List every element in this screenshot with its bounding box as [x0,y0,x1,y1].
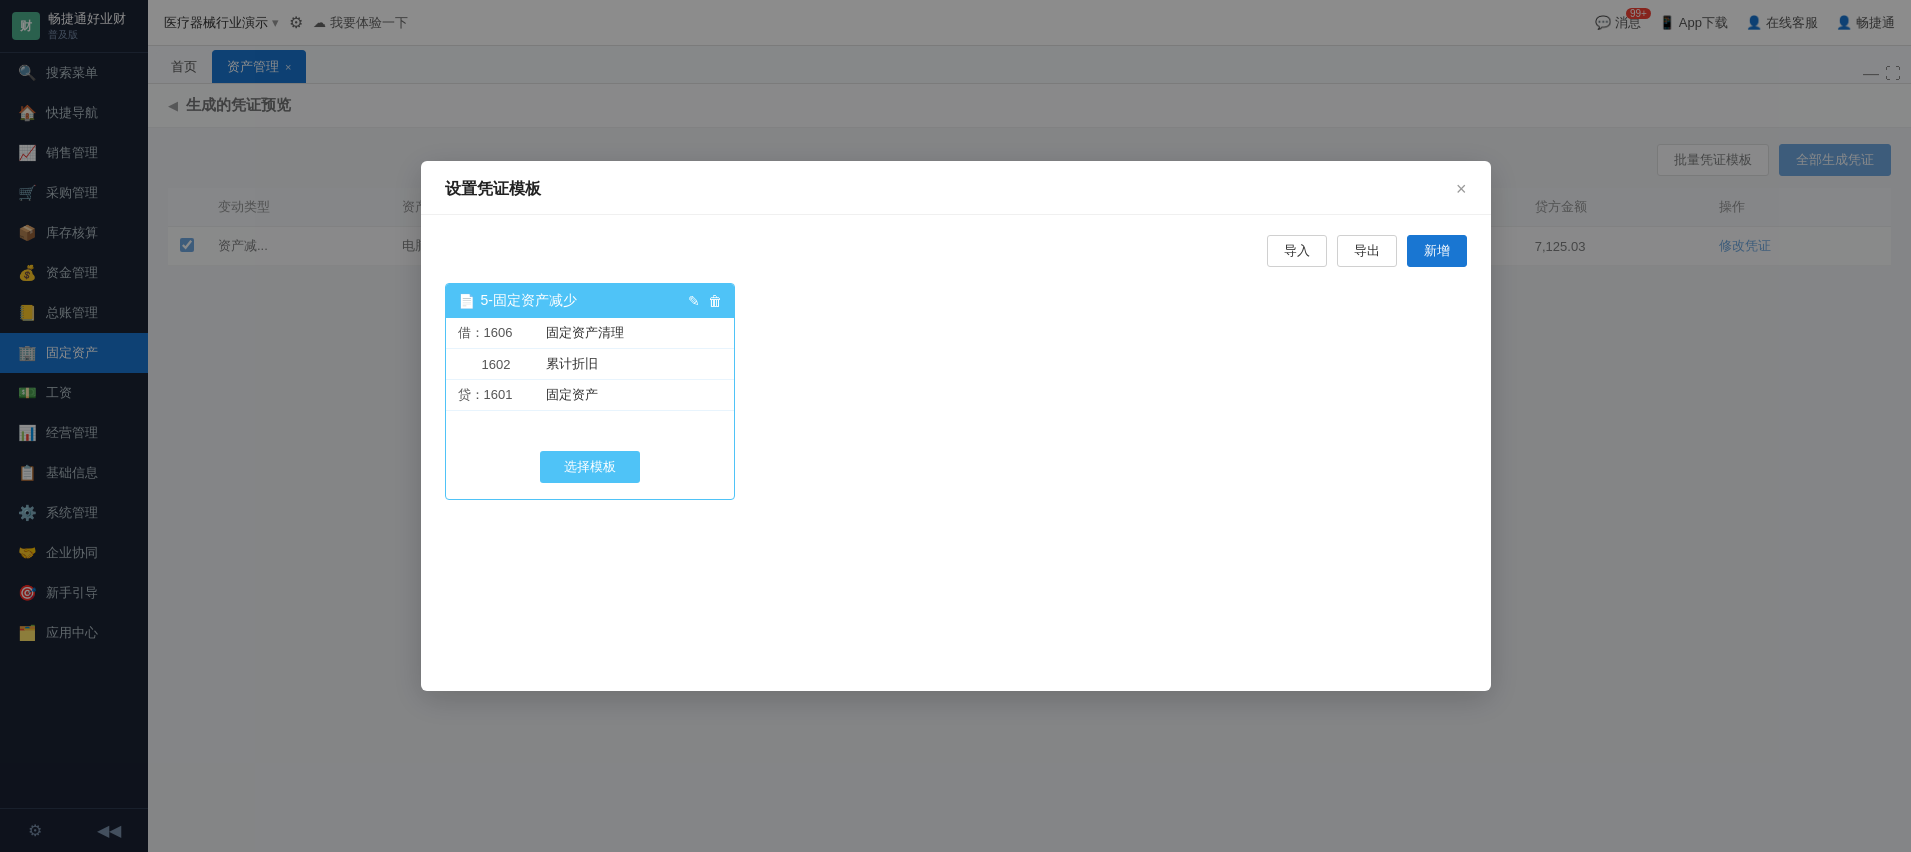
template-row-2: 1602 累计折旧 [446,349,734,380]
template-card-body: 借：1606 固定资产清理 1602 累计折旧 贷：1601 固定资产 [446,318,734,439]
template-row-name-1: 固定资产清理 [546,324,722,342]
template-card-header-left: 📄 5-固定资产减少 [458,292,577,310]
modal-toolbar: 导入 导出 新增 [445,235,1467,267]
export-button[interactable]: 导出 [1337,235,1397,267]
template-card-header-actions: ✎ 🗑 [688,293,722,309]
template-row-1: 借：1606 固定资产清理 [446,318,734,349]
new-template-button[interactable]: 新增 [1407,235,1467,267]
template-doc-icon: 📄 [458,293,475,309]
template-row-type-3: 贷：1601 [458,386,538,404]
select-template-button[interactable]: 选择模板 [540,451,640,483]
template-edit-icon[interactable]: ✎ [688,293,700,309]
template-row-name-3: 固定资产 [546,386,722,404]
modal-body: 导入 导出 新增 📄 5-固定资产减少 ✎ 🗑 借：1 [421,215,1491,691]
modal-header: 设置凭证模板 × [421,161,1491,215]
import-button[interactable]: 导入 [1267,235,1327,267]
template-row-type-2: 1602 [458,357,538,372]
template-grid: 📄 5-固定资产减少 ✎ 🗑 借：1606 固定资产清理 1602 [445,283,1467,500]
template-row-type-1: 借：1606 [458,324,538,342]
template-card: 📄 5-固定资产减少 ✎ 🗑 借：1606 固定资产清理 1602 [445,283,735,500]
template-card-header: 📄 5-固定资产减少 ✎ 🗑 [446,284,734,318]
modal-set-voucher-template: 设置凭证模板 × 导入 导出 新增 📄 5-固定资产减少 ✎ 🗑 [421,161,1491,691]
modal-close-button[interactable]: × [1456,179,1467,200]
template-row-4 [446,411,734,439]
template-name: 5-固定资产减少 [481,292,577,310]
modal-title: 设置凭证模板 [445,179,541,200]
template-delete-icon[interactable]: 🗑 [708,293,722,309]
template-row-name-2: 累计折旧 [546,355,722,373]
template-row-3: 贷：1601 固定资产 [446,380,734,411]
